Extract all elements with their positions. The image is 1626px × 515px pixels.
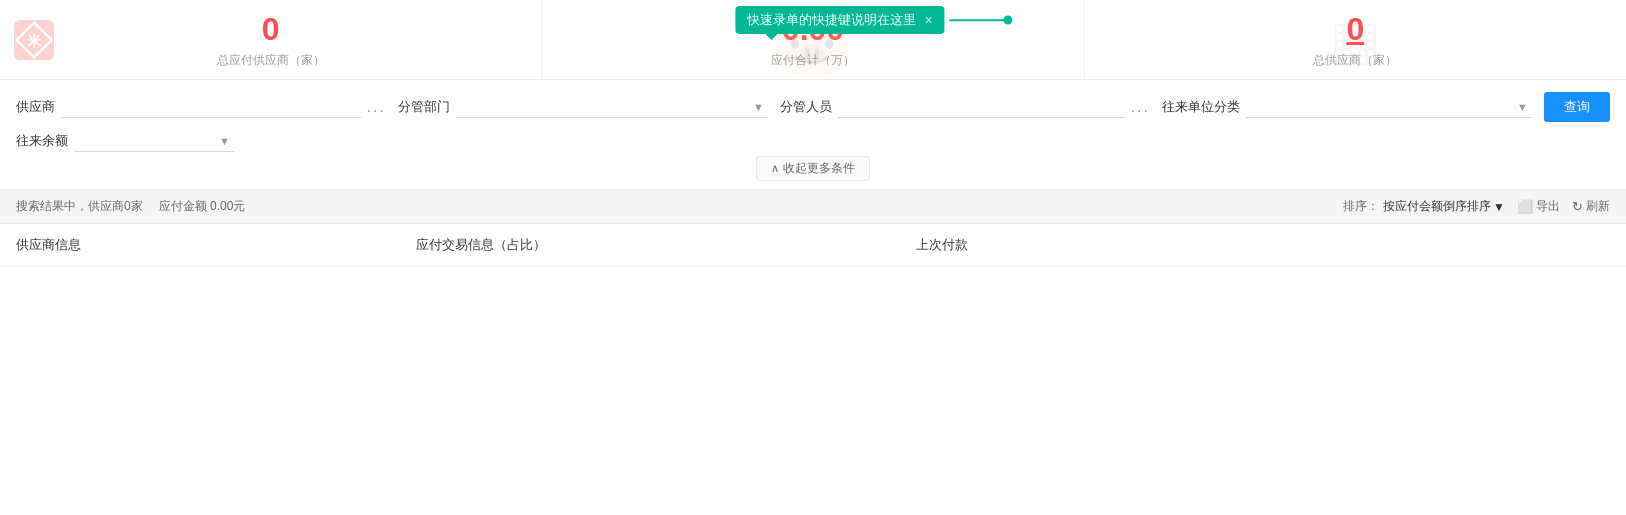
filter-person: 分管人员 ... (780, 96, 1150, 118)
person-label: 分管人员 (780, 98, 832, 116)
unit-class-label: 往来单位分类 (1162, 98, 1240, 116)
svg-text:米: 米 (26, 32, 42, 48)
sort-chevron-icon: ▼ (1493, 200, 1505, 214)
filter-supplier: 供应商 ... (16, 96, 386, 118)
collapse-arrow-icon: ∧ (771, 162, 779, 175)
person-input-wrap (838, 96, 1125, 118)
collapse-area: ∧ 收起更多条件 (16, 152, 1610, 181)
refresh-label: 刷新 (1586, 198, 1610, 215)
tooltip-line (950, 19, 1005, 21)
stat-total-suppliers: ▦ 0 总供应商（家） (1085, 0, 1626, 79)
dept-select[interactable] (456, 96, 768, 117)
stats-bar: 米 0 总应付供应商（家） 🐷 0.00 应付合计（万） 快速录单的快捷键说明在… (0, 0, 1626, 80)
results-bar: 搜索结果中，供应商0家 应付金额 0.00元 排序： 按应付会额倒序排序 ▼ ⬜… (0, 190, 1626, 224)
results-left: 搜索结果中，供应商0家 应付金额 0.00元 (16, 198, 245, 215)
collapse-btn[interactable]: ∧ 收起更多条件 (756, 156, 870, 181)
stat-payable-total: 🐷 0.00 应付合计（万） 快速录单的快捷键说明在这里 × (542, 0, 1084, 79)
supplier-dots-btn[interactable]: ... (367, 98, 386, 116)
tooltip-dot (1004, 16, 1013, 25)
balance-select-wrap: ▼ (74, 130, 234, 152)
supplier-input-wrap (61, 96, 361, 118)
supplier-count-text: 搜索结果中，供应商0家 (16, 198, 143, 215)
tooltip-close-btn[interactable]: × (924, 12, 932, 28)
table-area: 供应商信息 应付交易信息（占比） 上次付款 (0, 224, 1626, 515)
unit-class-select-wrap: ▼ (1246, 96, 1532, 118)
refresh-icon: ↻ (1572, 199, 1583, 214)
col-payment-header: 上次付款 (916, 236, 1610, 254)
unit-class-select[interactable] (1246, 96, 1532, 117)
filter-dept: 分管部门 ▼ (398, 96, 768, 118)
table-body (0, 267, 1626, 515)
refresh-button[interactable]: ↻ 刷新 (1572, 198, 1610, 215)
person-dots-btn[interactable]: ... (1131, 98, 1150, 116)
filter-balance: 往来余额 ▼ (16, 130, 276, 152)
filter-row-2: 往来余额 ▼ (16, 130, 1610, 152)
filter-unit-class: 往来单位分类 ▼ (1162, 96, 1532, 118)
total-payable-label: 总应付供应商（家） (217, 52, 325, 69)
dept-select-wrap: ▼ (456, 96, 768, 118)
amount-text: 应付金额 0.00元 (159, 198, 246, 215)
sort-select-wrap: 排序： 按应付会额倒序排序 ▼ (1343, 198, 1505, 215)
balance-label: 往来余额 (16, 132, 68, 150)
balance-select[interactable] (74, 130, 234, 151)
sort-value-text: 按应付会额倒序排序 (1383, 198, 1491, 215)
supplier-label: 供应商 (16, 98, 55, 116)
tooltip-text: 快速录单的快捷键说明在这里 (747, 11, 916, 29)
sort-value[interactable]: 按应付会额倒序排序 ▼ (1383, 198, 1505, 215)
export-label: 导出 (1536, 198, 1560, 215)
collapse-label: 收起更多条件 (783, 160, 855, 177)
tooltip-bubble: 快速录单的快捷键说明在这里 × (735, 6, 944, 34)
sort-label: 排序： (1343, 198, 1379, 215)
export-button[interactable]: ⬜ 导出 (1517, 198, 1560, 215)
col-transaction-header: 应付交易信息（占比） (416, 236, 916, 254)
export-icon: ⬜ (1517, 199, 1533, 214)
dept-label: 分管部门 (398, 98, 450, 116)
col-supplier-header: 供应商信息 (16, 236, 416, 254)
bg-table-icon: ▦ (1329, 8, 1381, 72)
filter-area: 供应商 ... 分管部门 ▼ 分管人员 ... 往 (0, 80, 1626, 190)
supplier-input[interactable] (61, 96, 361, 118)
query-button[interactable]: 查询 (1544, 92, 1610, 122)
stat-total-payable: 米 0 总应付供应商（家） (0, 0, 542, 79)
total-payable-value: 0 (262, 10, 280, 48)
filter-row-1: 供应商 ... 分管部门 ▼ 分管人员 ... 往 (16, 92, 1610, 122)
table-header: 供应商信息 应付交易信息（占比） 上次付款 (0, 224, 1626, 267)
person-input[interactable] (838, 96, 1125, 118)
results-right: 排序： 按应付会额倒序排序 ▼ ⬜ 导出 ↻ 刷新 (1343, 198, 1610, 215)
